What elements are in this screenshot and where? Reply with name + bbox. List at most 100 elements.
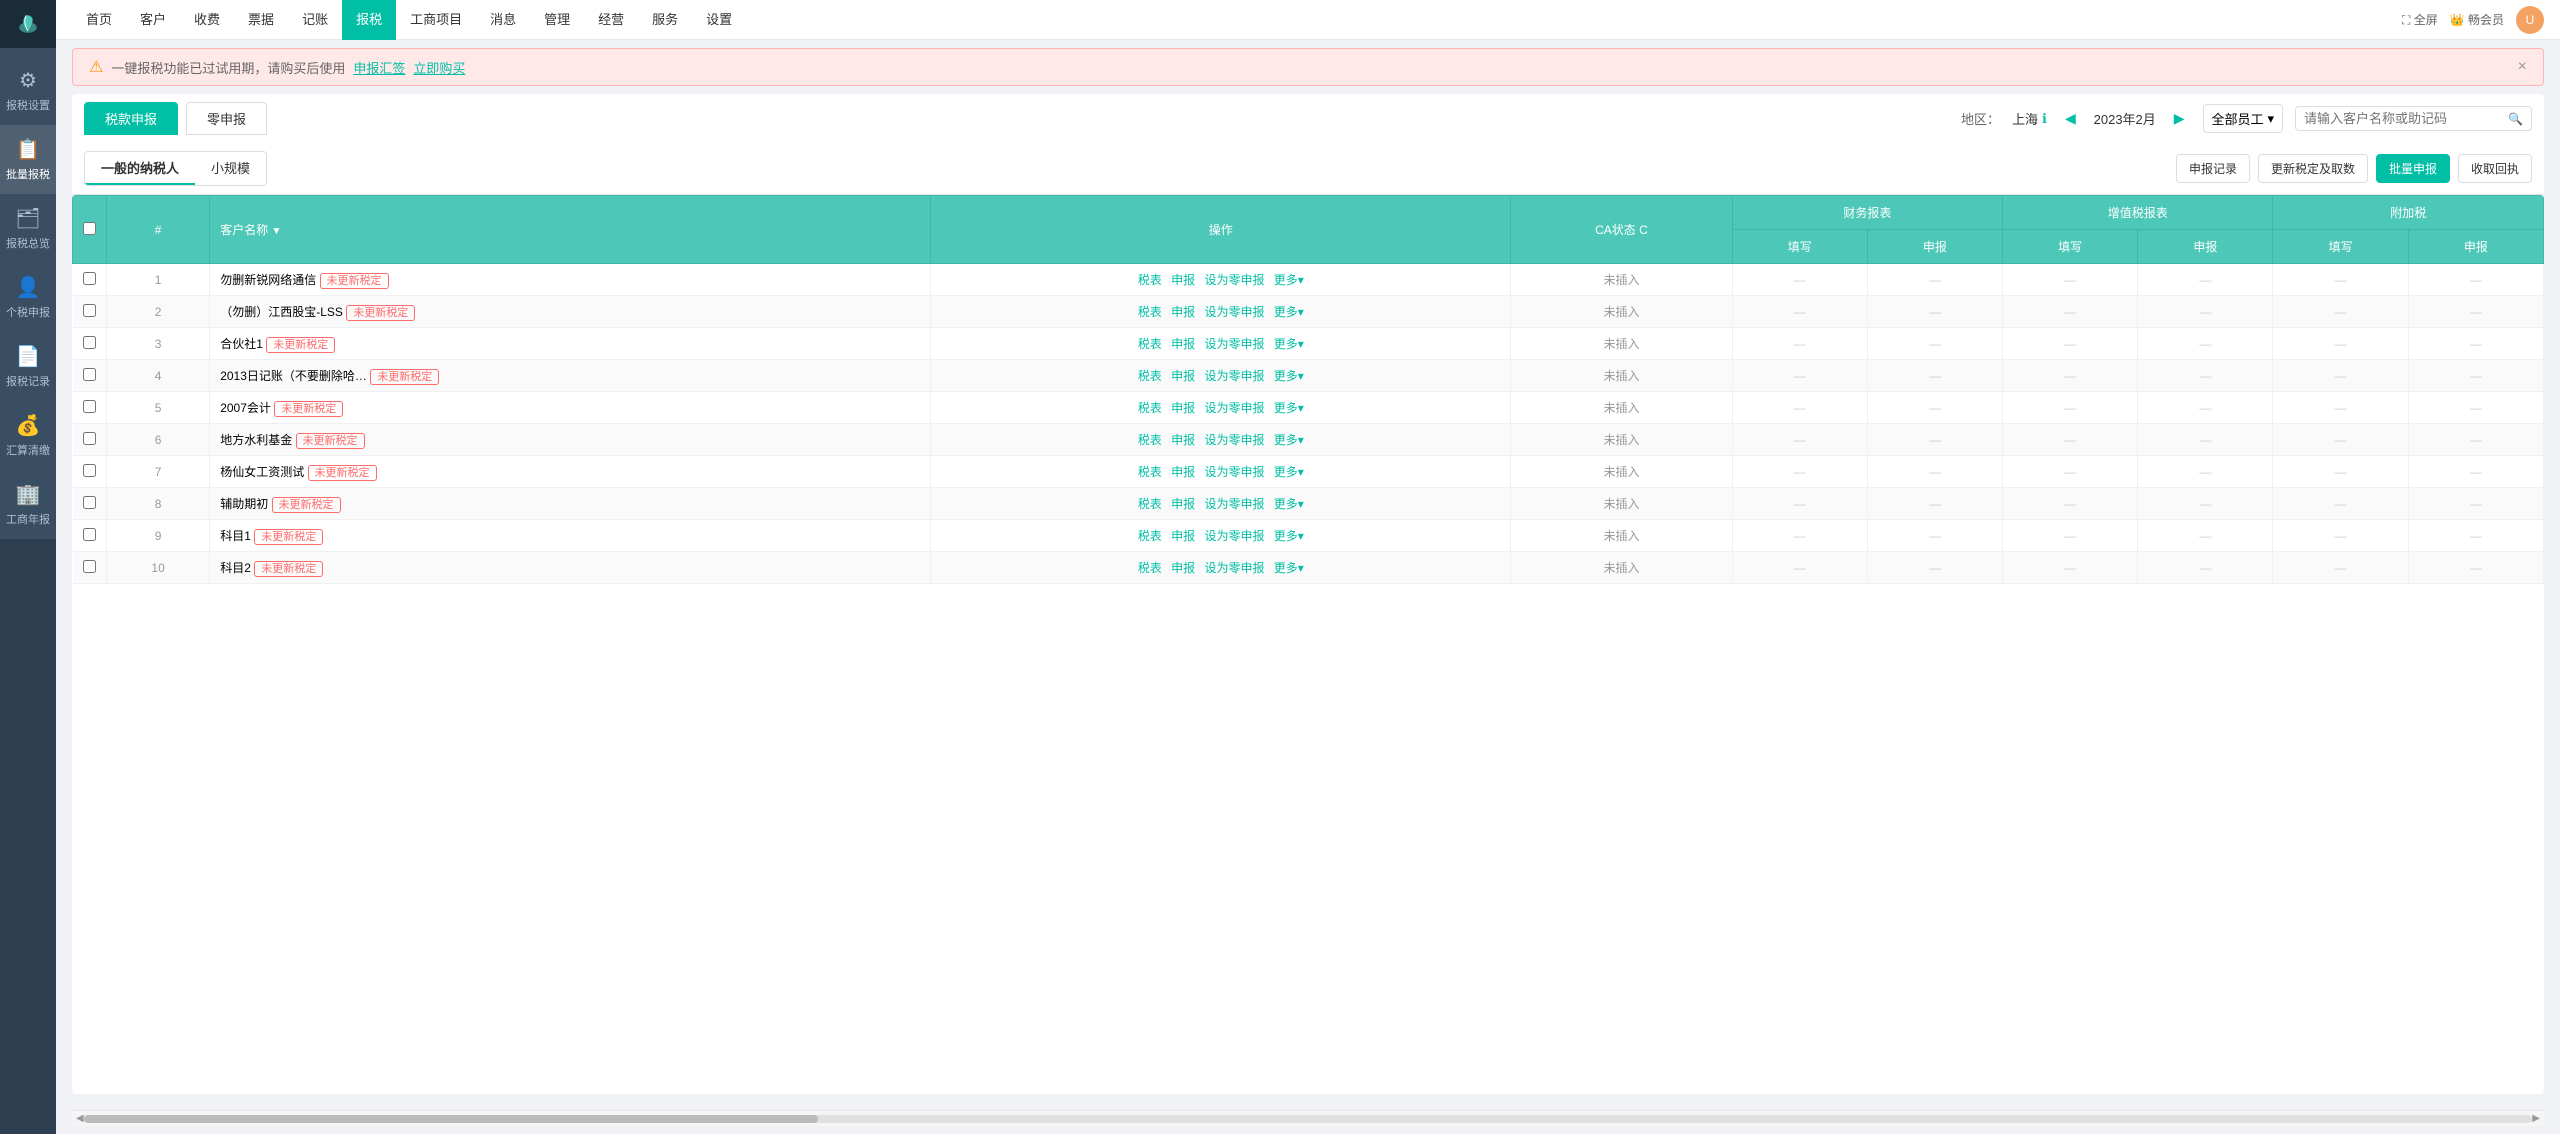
- search-input[interactable]: [2304, 111, 2504, 126]
- op-btn-0[interactable]: 税表: [1135, 271, 1165, 288]
- op-btn-1[interactable]: 申报: [1168, 271, 1198, 288]
- search-icon[interactable]: 🔍: [2508, 112, 2523, 126]
- op-btn-1[interactable]: 申报: [1168, 431, 1198, 448]
- row-select-checkbox[interactable]: [83, 336, 96, 349]
- nav-manage[interactable]: 管理: [530, 0, 584, 40]
- tab-general-taxpayer[interactable]: 一般的纳税人: [85, 152, 195, 185]
- nav-fees[interactable]: 收费: [180, 0, 234, 40]
- next-month-btn[interactable]: ▶: [2168, 108, 2191, 129]
- op-btn-1[interactable]: 申报: [1168, 559, 1198, 576]
- nav-service[interactable]: 服务: [638, 0, 692, 40]
- sidebar-item-batch-tax[interactable]: 📋 批量报税: [0, 125, 56, 194]
- row-select-checkbox[interactable]: [83, 464, 96, 477]
- collect-receipt-btn[interactable]: 收取回执: [2458, 154, 2532, 183]
- row-checkbox[interactable]: [73, 360, 107, 392]
- row-checkbox[interactable]: [73, 296, 107, 328]
- nav-messages[interactable]: 消息: [476, 0, 530, 40]
- row-checkbox[interactable]: [73, 552, 107, 584]
- op-btn-2[interactable]: 设为零申报: [1201, 335, 1267, 352]
- sidebar-item-settlement[interactable]: 💰 汇算清缴: [0, 401, 56, 470]
- row-checkbox[interactable]: [73, 328, 107, 360]
- op-btn-3[interactable]: 更多▾: [1271, 527, 1307, 544]
- row-checkbox[interactable]: [73, 488, 107, 520]
- row-select-checkbox[interactable]: [83, 528, 96, 541]
- op-btn-2[interactable]: 设为零申报: [1201, 399, 1267, 416]
- row-select-checkbox[interactable]: [83, 560, 96, 573]
- nav-tax[interactable]: 报税: [342, 0, 396, 40]
- nav-business[interactable]: 工商项目: [396, 0, 476, 40]
- row-select-checkbox[interactable]: [83, 432, 96, 445]
- nav-customer[interactable]: 客户: [126, 0, 180, 40]
- row-select-checkbox[interactable]: [83, 368, 96, 381]
- alert-link2[interactable]: 立即购买: [413, 58, 465, 77]
- op-btn-2[interactable]: 设为零申报: [1201, 271, 1267, 288]
- row-select-checkbox[interactable]: [83, 400, 96, 413]
- update-tax-btn[interactable]: 更新税定及取数: [2258, 154, 2368, 183]
- op-btn-0[interactable]: 税表: [1135, 463, 1165, 480]
- row-checkbox[interactable]: [73, 456, 107, 488]
- nav-settings[interactable]: 设置: [692, 0, 746, 40]
- op-btn-3[interactable]: 更多▾: [1271, 463, 1307, 480]
- op-btn-1[interactable]: 申报: [1168, 495, 1198, 512]
- op-btn-0[interactable]: 税表: [1135, 559, 1165, 576]
- tab-zero-filing[interactable]: 零申报: [186, 102, 267, 135]
- staff-selector[interactable]: 全部员工 ▾: [2203, 104, 2284, 133]
- op-btn-3[interactable]: 更多▾: [1271, 431, 1307, 448]
- op-btn-1[interactable]: 申报: [1168, 335, 1198, 352]
- op-btn-2[interactable]: 设为零申报: [1201, 527, 1267, 544]
- op-btn-2[interactable]: 设为零申报: [1201, 559, 1267, 576]
- op-btn-0[interactable]: 税表: [1135, 399, 1165, 416]
- op-btn-2[interactable]: 设为零申报: [1201, 303, 1267, 320]
- op-btn-3[interactable]: 更多▾: [1271, 399, 1307, 416]
- avatar[interactable]: U: [2516, 6, 2544, 34]
- op-btn-1[interactable]: 申报: [1168, 527, 1198, 544]
- fullscreen-btn[interactable]: ⛶ 全屏: [2402, 11, 2438, 28]
- op-btn-3[interactable]: 更多▾: [1271, 303, 1307, 320]
- op-btn-3[interactable]: 更多▾: [1271, 335, 1307, 352]
- row-checkbox[interactable]: [73, 520, 107, 552]
- op-btn-2[interactable]: 设为零申报: [1201, 431, 1267, 448]
- nav-accounting[interactable]: 记账: [288, 0, 342, 40]
- op-btn-0[interactable]: 税表: [1135, 527, 1165, 544]
- tab-small-scale[interactable]: 小规模: [195, 152, 266, 185]
- op-btn-0[interactable]: 税表: [1135, 303, 1165, 320]
- scroll-track[interactable]: [84, 1115, 2533, 1123]
- batch-filing-btn[interactable]: 批量申报: [2376, 154, 2450, 183]
- member-btn[interactable]: 👑 畅会员: [2450, 11, 2504, 28]
- op-btn-3[interactable]: 更多▾: [1271, 271, 1307, 288]
- op-btn-0[interactable]: 税表: [1135, 495, 1165, 512]
- op-btn-2[interactable]: 设为零申报: [1201, 495, 1267, 512]
- row-select-checkbox[interactable]: [83, 496, 96, 509]
- row-select-checkbox[interactable]: [83, 304, 96, 317]
- horizontal-scrollbar[interactable]: ◀ ▶: [72, 1110, 2544, 1126]
- tab-tax-filing[interactable]: 税款申报: [84, 102, 178, 135]
- sidebar-item-tax-overview[interactable]: 🗂 报税总览: [0, 194, 56, 263]
- scroll-left-arrow[interactable]: ◀: [76, 1113, 84, 1124]
- sidebar-item-personal-tax[interactable]: 👤 个税申报: [0, 263, 56, 332]
- row-checkbox[interactable]: [73, 424, 107, 456]
- op-btn-1[interactable]: 申报: [1168, 367, 1198, 384]
- op-btn-0[interactable]: 税表: [1135, 367, 1165, 384]
- row-select-checkbox[interactable]: [83, 272, 96, 285]
- op-btn-1[interactable]: 申报: [1168, 303, 1198, 320]
- op-btn-3[interactable]: 更多▾: [1271, 495, 1307, 512]
- nav-home[interactable]: 首页: [72, 0, 126, 40]
- select-all-checkbox[interactable]: [83, 222, 96, 235]
- nav-operations[interactable]: 经营: [584, 0, 638, 40]
- op-btn-1[interactable]: 申报: [1168, 399, 1198, 416]
- op-btn-2[interactable]: 设为零申报: [1201, 367, 1267, 384]
- row-checkbox[interactable]: [73, 392, 107, 424]
- op-btn-0[interactable]: 税表: [1135, 335, 1165, 352]
- op-btn-2[interactable]: 设为零申报: [1201, 463, 1267, 480]
- op-btn-3[interactable]: 更多▾: [1271, 559, 1307, 576]
- op-btn-0[interactable]: 税表: [1135, 431, 1165, 448]
- nav-bills[interactable]: 票据: [234, 0, 288, 40]
- row-checkbox[interactable]: [73, 264, 107, 296]
- scroll-right-arrow[interactable]: ▶: [2532, 1113, 2540, 1124]
- op-btn-1[interactable]: 申报: [1168, 463, 1198, 480]
- alert-link1[interactable]: 申报汇签: [353, 58, 405, 77]
- prev-month-btn[interactable]: ◀: [2059, 108, 2082, 129]
- sidebar-item-annual-report[interactable]: 🏢 工商年报: [0, 470, 56, 539]
- alert-close[interactable]: ×: [2518, 58, 2527, 76]
- filing-records-btn[interactable]: 申报记录: [2176, 154, 2250, 183]
